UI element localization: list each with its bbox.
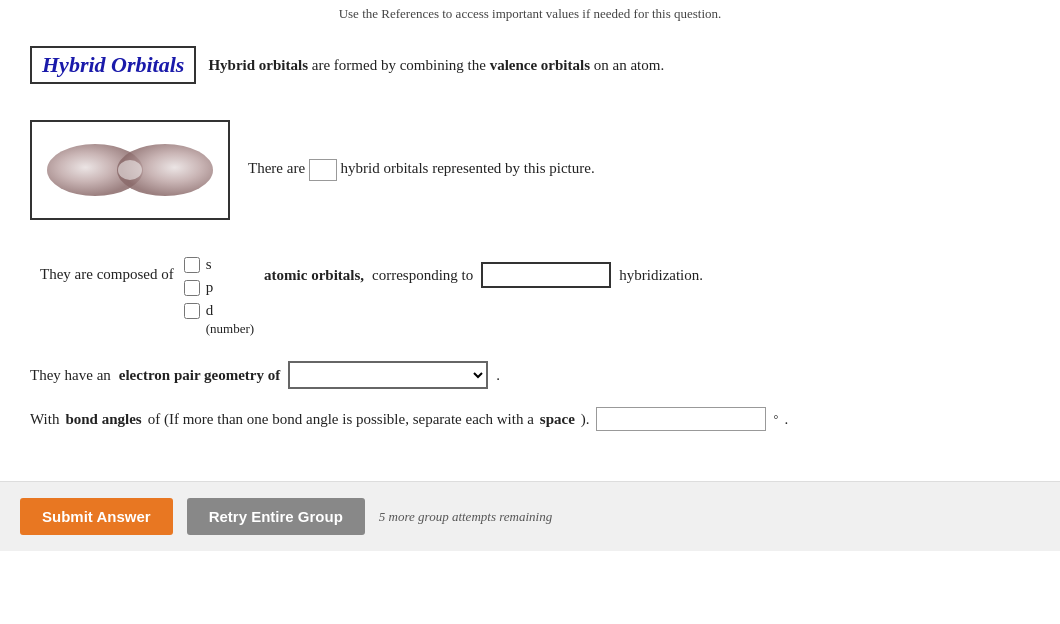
hybrid-orbitals-count-input[interactable] <box>309 159 337 181</box>
orbital-row: There are hybrid orbitals represented by… <box>30 120 1030 220</box>
title-description: Hybrid orbitals are formed by combining … <box>208 57 664 74</box>
checkbox-d[interactable] <box>184 303 200 319</box>
bond-angles-bold: bond angles <box>65 411 141 428</box>
top-note: Use the References to access important v… <box>0 0 1060 32</box>
checkbox-s[interactable] <box>184 257 200 273</box>
bond-angles-row: With bond angles of (If more than one bo… <box>30 407 1030 431</box>
title-valence-orbitals: valence orbitals <box>490 57 590 73</box>
attempts-text: 5 more group attempts remaining <box>379 509 552 525</box>
checkbox-s-row: s <box>184 256 254 273</box>
checkbox-d-row: d <box>184 302 254 319</box>
submit-button[interactable]: Submit Answer <box>20 498 173 535</box>
bond-angles-space-bold: space <box>540 411 575 428</box>
title-hybrid-orbitals: Hybrid orbitals <box>208 57 308 73</box>
degree-symbol: ° <box>774 412 779 427</box>
orbital-text: There are hybrid orbitals represented by… <box>248 159 595 181</box>
checkboxes-col: s p d <box>184 252 254 319</box>
main-content: There are hybrid orbitals represented by… <box>0 94 1060 471</box>
geometry-row: They have an electron pair geometry of l… <box>30 361 1030 389</box>
title-label: Hybrid Orbitals <box>42 52 184 77</box>
composition-section: They are composed of s p d (number) a <box>40 248 1030 337</box>
geometry-bold-label: electron pair geometry of <box>119 367 280 384</box>
svg-point-2 <box>118 160 142 180</box>
bond-angles-input[interactable] <box>596 407 766 431</box>
title-box: Hybrid Orbitals <box>30 46 196 84</box>
atomic-orbitals-text: atomic orbitals, corresponding to hybrid… <box>264 248 703 288</box>
composition-label: They are composed of <box>40 248 174 283</box>
checkbox-p-row: p <box>184 279 254 296</box>
orbital-image-box <box>30 120 230 220</box>
number-label: (number) <box>206 321 254 337</box>
orbital-svg <box>40 130 220 210</box>
buttons-row: Submit Answer Retry Entire Group 5 more … <box>0 481 1060 551</box>
checkboxes-container: s p d (number) <box>184 252 254 337</box>
hybridization-input[interactable] <box>481 262 611 288</box>
geometry-select[interactable]: linear trigonal planar tetrahedral trigo… <box>288 361 488 389</box>
title-section: Hybrid Orbitals Hybrid orbitals are form… <box>0 32 1060 94</box>
checkbox-p[interactable] <box>184 280 200 296</box>
retry-button[interactable]: Retry Entire Group <box>187 498 365 535</box>
